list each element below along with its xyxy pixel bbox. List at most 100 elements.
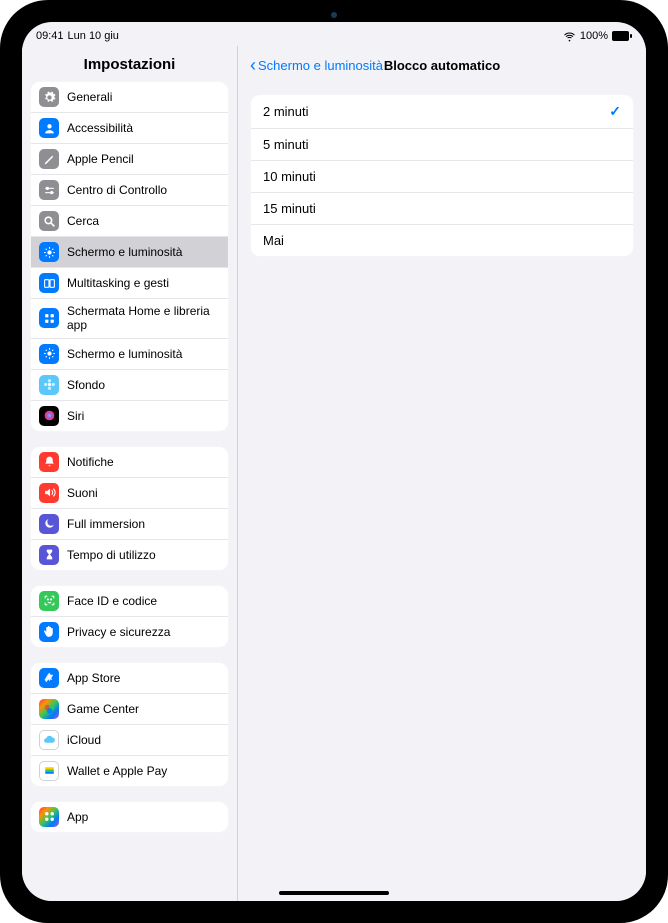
brightness-icon xyxy=(39,242,59,262)
sidebar-item-label: Tempo di utilizzo xyxy=(67,548,156,562)
sidebar-item-label: Cerca xyxy=(67,214,99,228)
faceid-icon xyxy=(39,591,59,611)
sidebar-item[interactable]: Face ID e codice xyxy=(31,586,228,617)
grid-icon xyxy=(39,308,59,328)
sidebar-item[interactable]: Centro di Controllo xyxy=(31,175,228,206)
option-label: 15 minuti xyxy=(263,201,316,216)
sidebar-item[interactable]: Notifiche xyxy=(31,447,228,478)
search-icon xyxy=(39,211,59,231)
device-frame: 09:41 Lun 10 giu 100% Impostazioni Gener… xyxy=(0,0,668,923)
sidebar-item[interactable]: Generali xyxy=(31,82,228,113)
sidebar-item-label: Siri xyxy=(67,409,84,423)
status-right: 100% xyxy=(563,30,632,43)
sidebar-item[interactable]: Schermo e luminosità xyxy=(31,237,228,268)
back-label: Schermo e luminosità xyxy=(258,58,383,73)
detail-header: ‹ Schermo e luminosità Blocco automatico xyxy=(238,46,646,84)
multitask-icon xyxy=(39,273,59,293)
sidebar-item[interactable]: Suoni xyxy=(31,478,228,509)
speaker-icon xyxy=(39,483,59,503)
wallet-icon xyxy=(39,761,59,781)
gear-icon xyxy=(39,87,59,107)
status-bar: 09:41 Lun 10 giu 100% xyxy=(22,22,646,46)
option-row[interactable]: 5 minuti xyxy=(251,129,633,161)
sidebar-item[interactable]: AApp Store xyxy=(31,663,228,694)
person-icon xyxy=(39,118,59,138)
option-row[interactable]: 2 minuti ✓ xyxy=(251,95,633,129)
wifi-icon xyxy=(563,30,576,43)
sidebar-item-label: Generali xyxy=(67,90,112,104)
detail-title: Blocco automatico xyxy=(384,58,500,73)
sidebar-item[interactable]: Wallet e Apple Pay xyxy=(31,756,228,786)
hourglass-icon xyxy=(39,545,59,565)
option-label: 5 minuti xyxy=(263,137,309,152)
sidebar-item-label: Apple Pencil xyxy=(67,152,134,166)
sidebar-item[interactable]: App xyxy=(31,802,228,832)
sidebar-item[interactable]: Sfondo xyxy=(31,370,228,401)
option-label: 2 minuti xyxy=(263,104,309,119)
bell-icon xyxy=(39,452,59,472)
sidebar-title: Impostazioni xyxy=(22,46,237,81)
gamecenter-icon xyxy=(39,699,59,719)
sidebar-item-label: App xyxy=(67,810,88,824)
sidebar-item-label: Privacy e sicurezza xyxy=(67,625,170,639)
sidebar-item[interactable]: Game Center xyxy=(31,694,228,725)
option-row[interactable]: Mai xyxy=(251,225,633,256)
battery-icon xyxy=(612,31,632,41)
sidebar-item[interactable]: Schermo e luminosità xyxy=(31,339,228,370)
option-label: 10 minuti xyxy=(263,169,316,184)
sidebar-group: Generali Accessibilità Apple Pencil Centro … xyxy=(30,81,229,432)
sidebar-item[interactable]: Apple Pencil xyxy=(31,144,228,175)
hand-icon xyxy=(39,622,59,642)
sidebar-group: App xyxy=(30,801,229,833)
sidebar-item-label: Face ID e codice xyxy=(67,594,157,608)
sidebar-item[interactable]: Schermata Home e libreria app xyxy=(31,299,228,339)
appstore-icon: A xyxy=(39,668,59,688)
sidebar-group: AApp StoreGame Center iCloud Wallet e Appl… xyxy=(30,662,229,787)
status-time: 09:41 xyxy=(36,30,64,42)
battery-percent: 100% xyxy=(580,30,608,42)
sidebar-item[interactable]: Siri xyxy=(31,401,228,431)
sidebar-item-label: Full immersion xyxy=(67,517,145,531)
sidebar-item[interactable]: Multitasking e gesti xyxy=(31,268,228,299)
sidebar-item-label: Sfondo xyxy=(67,378,105,392)
siri-icon xyxy=(39,406,59,426)
sidebar-item[interactable]: iCloud xyxy=(31,725,228,756)
sidebar-item[interactable]: Cerca xyxy=(31,206,228,237)
detail-body: 2 minuti ✓ 5 minuti 10 minuti 15 minuti Mai xyxy=(238,84,646,901)
moon-icon xyxy=(39,514,59,534)
brightness-icon xyxy=(39,344,59,364)
svg-text:A: A xyxy=(46,673,52,682)
sidebar-item-label: Schermo e luminosità xyxy=(67,245,182,259)
sidebar-item-label: Centro di Controllo xyxy=(67,183,167,197)
chevron-left-icon: ‹ xyxy=(250,56,256,74)
sidebar-group: Notifiche Suoni Full immersion Tempo di uti… xyxy=(30,446,229,571)
cloud-icon xyxy=(39,730,59,750)
apps-icon xyxy=(39,807,59,827)
checkmark-icon: ✓ xyxy=(609,103,621,120)
option-label: Mai xyxy=(263,233,284,248)
option-row[interactable]: 10 minuti xyxy=(251,161,633,193)
pencil-icon xyxy=(39,149,59,169)
sidebar-item[interactable]: Accessibilità xyxy=(31,113,228,144)
switches-icon xyxy=(39,180,59,200)
sidebar-item-label: Wallet e Apple Pay xyxy=(67,764,167,778)
option-group: 2 minuti ✓ 5 minuti 10 minuti 15 minuti Mai xyxy=(250,94,634,257)
sidebar-item-label: Accessibilità xyxy=(67,121,133,135)
status-left: 09:41 Lun 10 giu xyxy=(36,30,119,42)
sidebar-item-label: Schermo e luminosità xyxy=(67,347,182,361)
sidebar-item-label: Suoni xyxy=(67,486,98,500)
sidebar-item[interactable]: Full immersion xyxy=(31,509,228,540)
home-indicator[interactable] xyxy=(279,891,389,895)
back-button[interactable]: ‹ Schermo e luminosità xyxy=(250,56,383,74)
sidebar-item[interactable]: Privacy e sicurezza xyxy=(31,617,228,647)
sidebar-scroll[interactable]: Generali Accessibilità Apple Pencil Centro … xyxy=(22,81,237,901)
camera-dot xyxy=(331,12,337,18)
sidebar-item-label: Multitasking e gesti xyxy=(67,276,169,290)
sidebar-item-label: iCloud xyxy=(67,733,101,747)
sidebar-item[interactable]: Tempo di utilizzo xyxy=(31,540,228,570)
screen: 09:41 Lun 10 giu 100% Impostazioni Gener… xyxy=(22,22,646,901)
sidebar-group: Face ID e codice Privacy e sicurezza xyxy=(30,585,229,648)
sidebar-item-label: Notifiche xyxy=(67,455,114,469)
option-row[interactable]: 15 minuti xyxy=(251,193,633,225)
status-date: Lun 10 giu xyxy=(68,30,119,42)
